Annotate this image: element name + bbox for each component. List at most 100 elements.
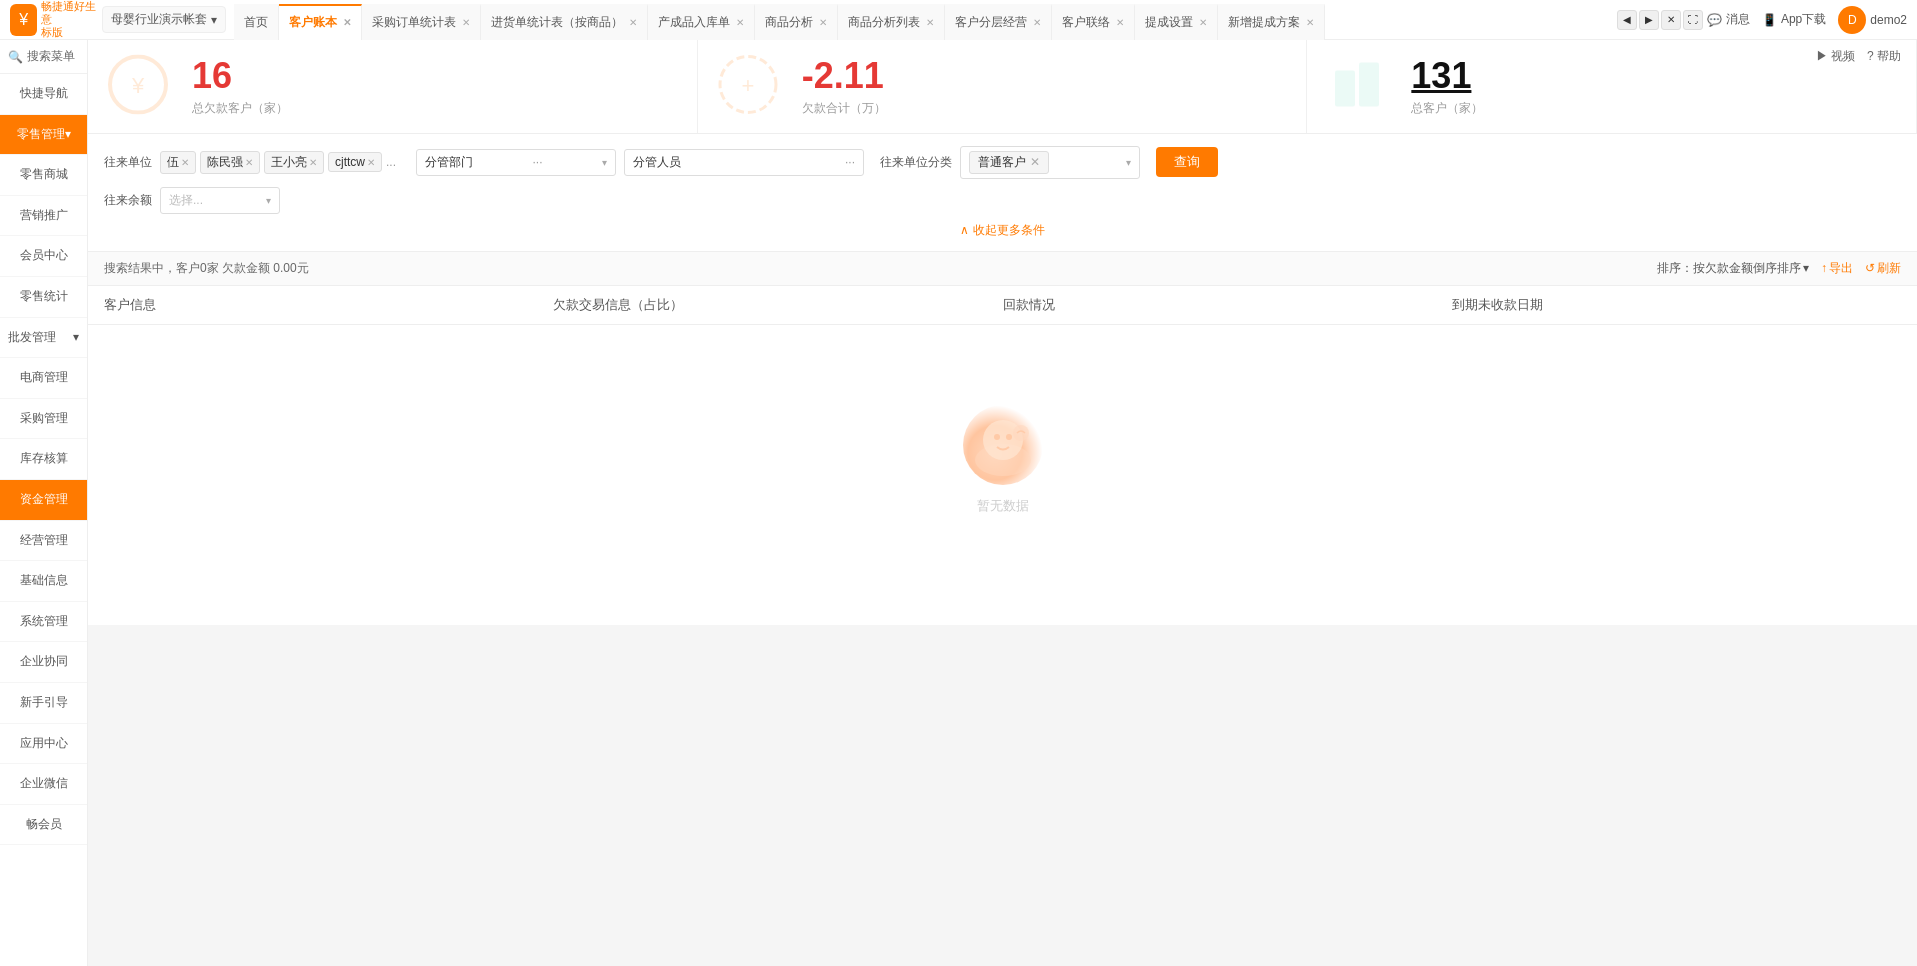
tab-next-arrow[interactable]: ▶: [1639, 10, 1659, 30]
filter-row-1: 往来单位 伍 ✕ 陈民强 ✕ 王小亮 ✕ cjttcw: [104, 146, 1901, 179]
unit-class-filter-select[interactable]: 普通客户 ✕ ▾: [960, 146, 1140, 179]
message-icon: 💬: [1707, 13, 1722, 27]
total-customers-label: 总客户（家）: [1411, 100, 1483, 117]
tab-customer-segmentation-close[interactable]: ✕: [1033, 17, 1041, 28]
sidebar-item-quick-nav[interactable]: 快捷导航: [0, 74, 87, 115]
stats-row: ¥ 16 总欠款客户（家） + -2.11 欠款合计（: [88, 40, 1917, 134]
sidebar-item-retail-store[interactable]: 零售商城: [0, 155, 87, 196]
sidebar-item-system-mgmt[interactable]: 系统管理: [0, 602, 87, 643]
debt-amount-label: 欠款合计（万）: [802, 100, 886, 117]
dept-chevron-icon: ▾: [602, 157, 607, 168]
tab-purchase-order[interactable]: 采购订单统计表 ✕: [362, 4, 481, 40]
tab-promotion-settings[interactable]: 提成设置 ✕: [1135, 4, 1218, 40]
new-guide-label: 新手引导: [20, 695, 68, 711]
sidebar-item-plus-member[interactable]: 畅会员: [0, 805, 87, 846]
tab-goods-analysis-close[interactable]: ✕: [819, 17, 827, 28]
sidebar-item-enterprise-collab[interactable]: 企业协同: [0, 642, 87, 683]
unit-tag-chen-text: 陈民强: [207, 154, 243, 171]
tab-goods-analysis-list[interactable]: 商品分析列表 ✕: [838, 4, 945, 40]
logo-text: 畅捷通好生意 标版: [41, 0, 98, 39]
debt-customers-label: 总欠款客户（家）: [192, 100, 288, 117]
dept-filter-select[interactable]: 分管部门 ··· ▾: [416, 149, 616, 176]
tab-expand[interactable]: ⛶: [1683, 10, 1703, 30]
quick-nav-label: 快捷导航: [20, 86, 68, 102]
tab-customer-contact[interactable]: 客户联络 ✕: [1052, 4, 1135, 40]
tab-purchase-order-close[interactable]: ✕: [462, 17, 470, 28]
sidebar-item-enterprise-wechat[interactable]: 企业微信: [0, 764, 87, 805]
sidebar-item-marketing[interactable]: 营销推广: [0, 196, 87, 237]
tab-accounts-close[interactable]: ✕: [343, 17, 351, 28]
collapse-filters-btn[interactable]: ∧ 收起更多条件: [960, 222, 1045, 239]
tab-product-inbound[interactable]: 产成品入库单 ✕: [648, 4, 755, 40]
sidebar-item-retail-mgmt[interactable]: 零售管理 ▾: [0, 115, 87, 156]
tab-prev-arrow[interactable]: ◀: [1617, 10, 1637, 30]
tab-inbound-stat-close[interactable]: ✕: [629, 17, 637, 28]
sidebar-item-wholesale-mgmt[interactable]: 批发管理 ▾: [0, 318, 87, 359]
workspace-selector[interactable]: 母婴行业演示帐套 ▾: [102, 6, 226, 33]
tab-inbound-stat[interactable]: 进货单统计表（按商品） ✕: [481, 4, 648, 40]
table-col-repayment: 回款情况: [1003, 296, 1452, 314]
empty-text: 暂无数据: [977, 497, 1029, 515]
tab-product-inbound-close[interactable]: ✕: [736, 17, 744, 28]
export-btn[interactable]: ↑ 导出: [1821, 260, 1853, 277]
tab-accounts[interactable]: 客户账本 ✕: [279, 4, 362, 40]
tab-goods-analysis-list-close[interactable]: ✕: [926, 17, 934, 28]
unit-tag-wang: 王小亮 ✕: [264, 151, 324, 174]
filter-row-2: 往来余额 选择... ▾: [104, 187, 1901, 214]
unit-tag-cjttcw-remove[interactable]: ✕: [367, 157, 375, 168]
balance-filter-select[interactable]: 选择... ▾: [160, 187, 280, 214]
person-filter-select[interactable]: 分管人员 ···: [624, 149, 864, 176]
message-btn[interactable]: 💬 消息: [1707, 11, 1750, 28]
video-label: 视频: [1831, 49, 1855, 63]
table-col-due-date: 到期未收款日期: [1452, 296, 1901, 314]
unit-tag-wang-remove[interactable]: ✕: [309, 157, 317, 168]
unit-class-chevron-icon: ▾: [1126, 157, 1131, 168]
ecommerce-label: 电商管理: [20, 370, 68, 386]
balance-filter-label: 往来余额: [104, 192, 152, 209]
retail-store-label: 零售商城: [20, 167, 68, 183]
user-menu[interactable]: D demo2: [1838, 6, 1907, 34]
app-download-btn[interactable]: 📱 App下载: [1762, 11, 1826, 28]
app-download-label: App下载: [1781, 11, 1826, 28]
help-btn[interactable]: ? 帮助: [1867, 48, 1901, 65]
video-btn[interactable]: ▶ 视频: [1816, 48, 1855, 65]
sidebar-item-purchase-mgmt[interactable]: 采购管理: [0, 399, 87, 440]
message-label: 消息: [1726, 11, 1750, 28]
export-label: 导出: [1829, 260, 1853, 277]
video-icon: ▶: [1816, 49, 1828, 63]
tab-customer-contact-close[interactable]: ✕: [1116, 17, 1124, 28]
tab-new-promotion-close[interactable]: ✕: [1306, 17, 1314, 28]
tab-customer-segmentation[interactable]: 客户分层经营 ✕: [945, 4, 1052, 40]
sidebar-item-ecommerce[interactable]: 电商管理: [0, 358, 87, 399]
phone-icon: 📱: [1762, 13, 1777, 27]
sidebar-item-fund-mgmt[interactable]: 资金管理: [0, 480, 87, 521]
tab-close-all[interactable]: ✕: [1661, 10, 1681, 30]
sidebar-item-member-center[interactable]: 会员中心: [0, 236, 87, 277]
unit-tag-wu-remove[interactable]: ✕: [181, 157, 189, 168]
tab-goods-analysis-list-label: 商品分析列表: [848, 14, 920, 31]
tab-new-promotion[interactable]: 新增提成方案 ✕: [1218, 4, 1325, 40]
unit-tag-chen-remove[interactable]: ✕: [245, 157, 253, 168]
wholesale-mgmt-label: 批发管理: [8, 330, 56, 346]
sort-select[interactable]: 排序：按欠款金额倒序排序 ▾: [1657, 260, 1809, 277]
tab-promotion-settings-close[interactable]: ✕: [1199, 17, 1207, 28]
search-menu-btn[interactable]: 🔍 搜索菜单: [0, 40, 87, 74]
tab-goods-analysis[interactable]: 商品分析 ✕: [755, 4, 838, 40]
unit-tag-more[interactable]: ...: [386, 155, 396, 169]
sidebar-item-new-guide[interactable]: 新手引导: [0, 683, 87, 724]
refresh-btn[interactable]: ↺ 刷新: [1865, 260, 1901, 277]
unit-class-tag-remove[interactable]: ✕: [1030, 155, 1040, 169]
sidebar-item-retail-stats[interactable]: 零售统计: [0, 277, 87, 318]
tab-home[interactable]: 首页: [234, 4, 279, 40]
dept-filter-label-inner: 分管部门: [425, 154, 473, 171]
plus-member-label: 畅会员: [26, 817, 62, 833]
sidebar-item-app-center[interactable]: 应用中心: [0, 724, 87, 765]
sidebar-item-ops-mgmt[interactable]: 经营管理: [0, 521, 87, 562]
search-actions: 排序：按欠款金额倒序排序 ▾ ↑ 导出 ↺ 刷新: [1657, 260, 1901, 277]
sidebar-item-inventory[interactable]: 库存核算: [0, 439, 87, 480]
sidebar-item-basic-info[interactable]: 基础信息: [0, 561, 87, 602]
collapse-btn-label: 收起更多条件: [973, 222, 1045, 239]
tab-purchase-order-label: 采购订单统计表: [372, 14, 456, 31]
stat-card-debt-amount: + -2.11 欠款合计（万）: [698, 40, 1308, 133]
query-button[interactable]: 查询: [1156, 147, 1218, 177]
